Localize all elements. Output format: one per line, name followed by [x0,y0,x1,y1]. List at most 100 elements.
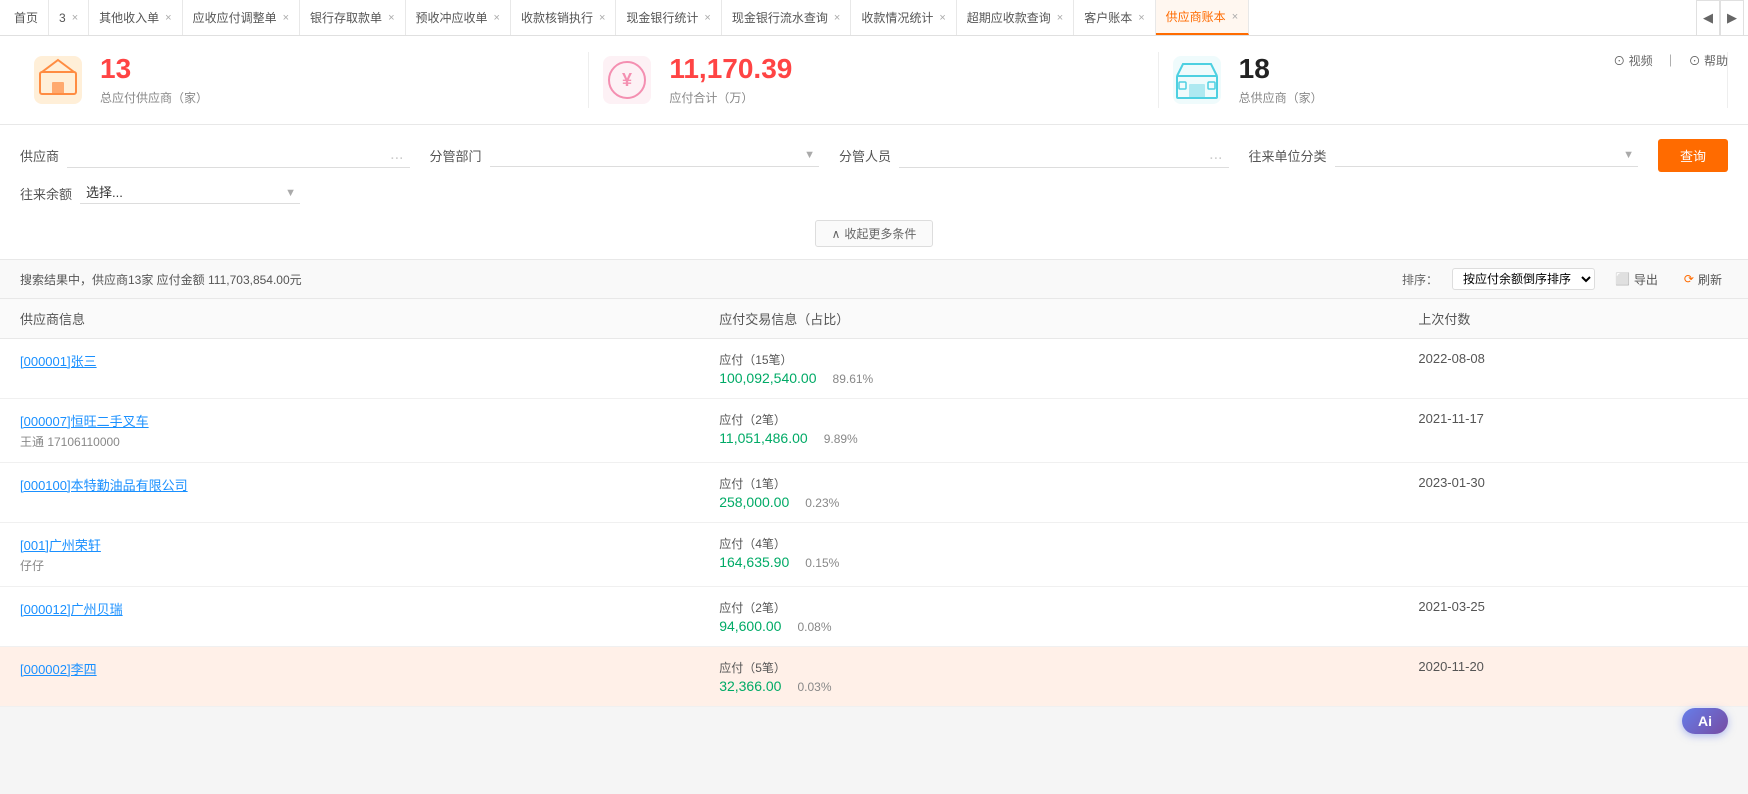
last-pay-date-4: 2021-03-25 [1418,599,1485,614]
supplier-cell-0: [000001]张三 [0,339,699,399]
col-supplier-info: 供应商信息 [0,299,699,339]
trans-cell-2: 应付（1笔） 258,000.00 0.23% [699,463,1398,523]
trans-pct-0: 89.61% [833,372,874,386]
trans-amount-1[interactable]: 11,051,486.00 [719,430,808,446]
nav-tab-cash-flow[interactable]: 现金银行流水查询 × [722,0,851,35]
stat-help-links: ⊙ 视频 ｜ ⊙ 帮助 [1613,52,1728,69]
person-input-wrap: ... [899,143,1228,168]
nav-tab-bank-deposit[interactable]: 银行存取款单 × [300,0,405,35]
nav-tab-cash-bank-stat-close[interactable]: × [704,12,710,24]
table-row: [000012]广州贝瑞 应付（2笔） 94,600.00 0.08% 2021… [0,587,1748,647]
balance-select[interactable]: 选择... [86,185,294,200]
nav-tab-receipt-stat-label: 收款情况统计 [861,9,933,26]
supplier-input[interactable] [73,148,390,163]
trans-label-4: 应付（2笔） [719,599,1378,616]
supplier-link-1[interactable]: [000007]恒旺二手叉车 [20,414,149,429]
nav-tab-overdue[interactable]: 超期应收款查询 × [957,0,1074,35]
nav-right-arrow[interactable]: ▶ [1720,0,1744,36]
refresh-label: 刷新 [1698,271,1722,288]
nav-tab-prepay-label: 预收冲应收单 [416,9,488,26]
top-navigation: 首页 3 × 其他收入单 × 应收应付调整单 × 银行存取款单 × 预收冲应收单… [0,0,1748,36]
sort-select[interactable]: 按应付余额倒序排序 [1452,268,1595,290]
supplier-link-0[interactable]: [000001]张三 [20,354,97,369]
collapse-up-icon: ∧ [832,227,841,241]
person-input[interactable] [905,148,1209,163]
nav-tab-3[interactable]: 3 × [49,0,89,35]
balance-field: 往来余额 选择... ▼ [20,182,300,204]
nav-tab-receipt-exec[interactable]: 收款核销执行 × [511,0,616,35]
nav-tab-customer[interactable]: 客户账本 × [1074,0,1155,35]
supplier-input-wrap: ... [67,143,409,168]
nav-tab-overdue-close[interactable]: × [1057,12,1063,24]
nav-tab-supplier[interactable]: 供应商账本 × [1156,0,1249,35]
trans-label-2: 应付（1笔） [719,475,1378,492]
trans-label-0: 应付（15笔） [719,351,1378,368]
nav-tab-cash-bank-stat-label: 现金银行统计 [626,9,698,26]
trans-amount-3[interactable]: 164,635.90 [719,554,789,570]
supplier-link-4[interactable]: [000012]广州贝瑞 [20,602,123,617]
query-button[interactable]: 查询 [1658,139,1728,172]
supplier-dots[interactable]: ... [390,146,403,164]
supplier-link-5[interactable]: [000002]李四 [20,662,97,677]
col-trans-info: 应付交易信息（占比） [699,299,1398,339]
video-link[interactable]: ⊙ 视频 [1613,52,1652,69]
trans-amount-0[interactable]: 100,092,540.00 [719,370,816,386]
nav-left-arrow[interactable]: ◀ [1696,0,1720,36]
nav-tab-ap-adjust-close[interactable]: × [283,12,289,24]
dept-field: 分管部门 ▼ [430,145,820,167]
nav-tab-supplier-close[interactable]: × [1232,11,1238,23]
question-icon: ⊙ [1689,54,1701,68]
dept-select[interactable] [496,148,813,163]
nav-tab-other-income-close[interactable]: × [165,12,171,24]
balance-select-wrap: 选择... ▼ [80,182,300,204]
nav-tab-prepay-close[interactable]: × [494,12,500,24]
trans-cell-4: 应付（2笔） 94,600.00 0.08% [699,587,1398,647]
table-row: [001]广州荣轩 仔仔应付（4笔） 164,635.90 0.15% [0,523,1748,587]
export-label: 导出 [1634,271,1658,288]
nav-tab-3-label: 3 [59,11,66,25]
trans-amount-2[interactable]: 258,000.00 [719,494,789,510]
trans-pct-5: 0.03% [797,680,831,694]
trans-pct-2: 0.23% [805,496,839,510]
nav-tab-cash-flow-close[interactable]: × [834,12,840,24]
nav-tab-customer-close[interactable]: × [1138,12,1144,24]
unit-class-label: 往来单位分类 [1249,146,1327,165]
export-button[interactable]: ⬜ 导出 [1609,269,1664,290]
supplier-cell-5: [000002]李四 [0,647,699,707]
person-dots[interactable]: ... [1209,146,1222,164]
trans-pct-4: 0.08% [797,620,831,634]
nav-tab-other-income[interactable]: 其他收入单 × [89,0,182,35]
table-row: [000001]张三 应付（15笔） 100,092,540.00 89.61%… [0,339,1748,399]
nav-tab-cash-bank-stat[interactable]: 现金银行统计 × [616,0,721,35]
ai-badge[interactable]: Ai [1682,708,1728,734]
nav-tab-supplier-label: 供应商账本 [1166,8,1226,25]
stat-block-total: ¥ 11,170.39 应付合计（万） [589,52,1158,108]
last-pay-date-1: 2021-11-17 [1418,411,1484,426]
nav-tab-prepay[interactable]: 预收冲应收单 × [406,0,511,35]
supplier-field: 供应商 ... [20,143,410,168]
trans-amount-4[interactable]: 94,600.00 [719,618,781,634]
unit-class-select[interactable] [1341,148,1632,163]
nav-tab-receipt-stat[interactable]: 收款情况统计 × [851,0,956,35]
total-icon: ¥ [599,52,655,108]
nav-tab-receipt-stat-close[interactable]: × [939,12,945,24]
unit-class-field: 往来单位分类 ▼ [1249,145,1639,167]
nav-arrows: ◀ ▶ [1696,0,1744,36]
trans-amount-5[interactable]: 32,366.00 [719,678,781,694]
supplier-link-2[interactable]: [000100]本特勤油品有限公司 [20,478,188,493]
help-link[interactable]: ⊙ 帮助 [1689,52,1728,69]
nav-tab-ap-adjust[interactable]: 应收应付调整单 × [183,0,300,35]
refresh-button[interactable]: ⟳ 刷新 [1678,269,1728,290]
nav-tab-bank-deposit-close[interactable]: × [388,12,394,24]
collapse-button[interactable]: ∧ 收起更多条件 [815,220,934,247]
nav-tab-home[interactable]: 首页 [4,0,49,35]
table-row: [000100]本特勤油品有限公司 应付（1笔） 258,000.00 0.23… [0,463,1748,523]
stat-content-all: 18 总供应商（家） [1239,54,1323,106]
nav-tab-cash-flow-label: 现金银行流水查询 [732,9,828,26]
supplier-link-3[interactable]: [001]广州荣轩 [20,538,101,553]
supplier-sub-1: 王通 17106110000 [20,433,679,450]
search-row-1: 供应商 ... 分管部门 ▼ 分管人员 ... [20,139,1728,172]
last-pay-cell-2: 2023-01-30 [1398,463,1748,523]
nav-tab-receipt-exec-close[interactable]: × [599,12,605,24]
nav-tab-3-close[interactable]: × [72,12,78,24]
